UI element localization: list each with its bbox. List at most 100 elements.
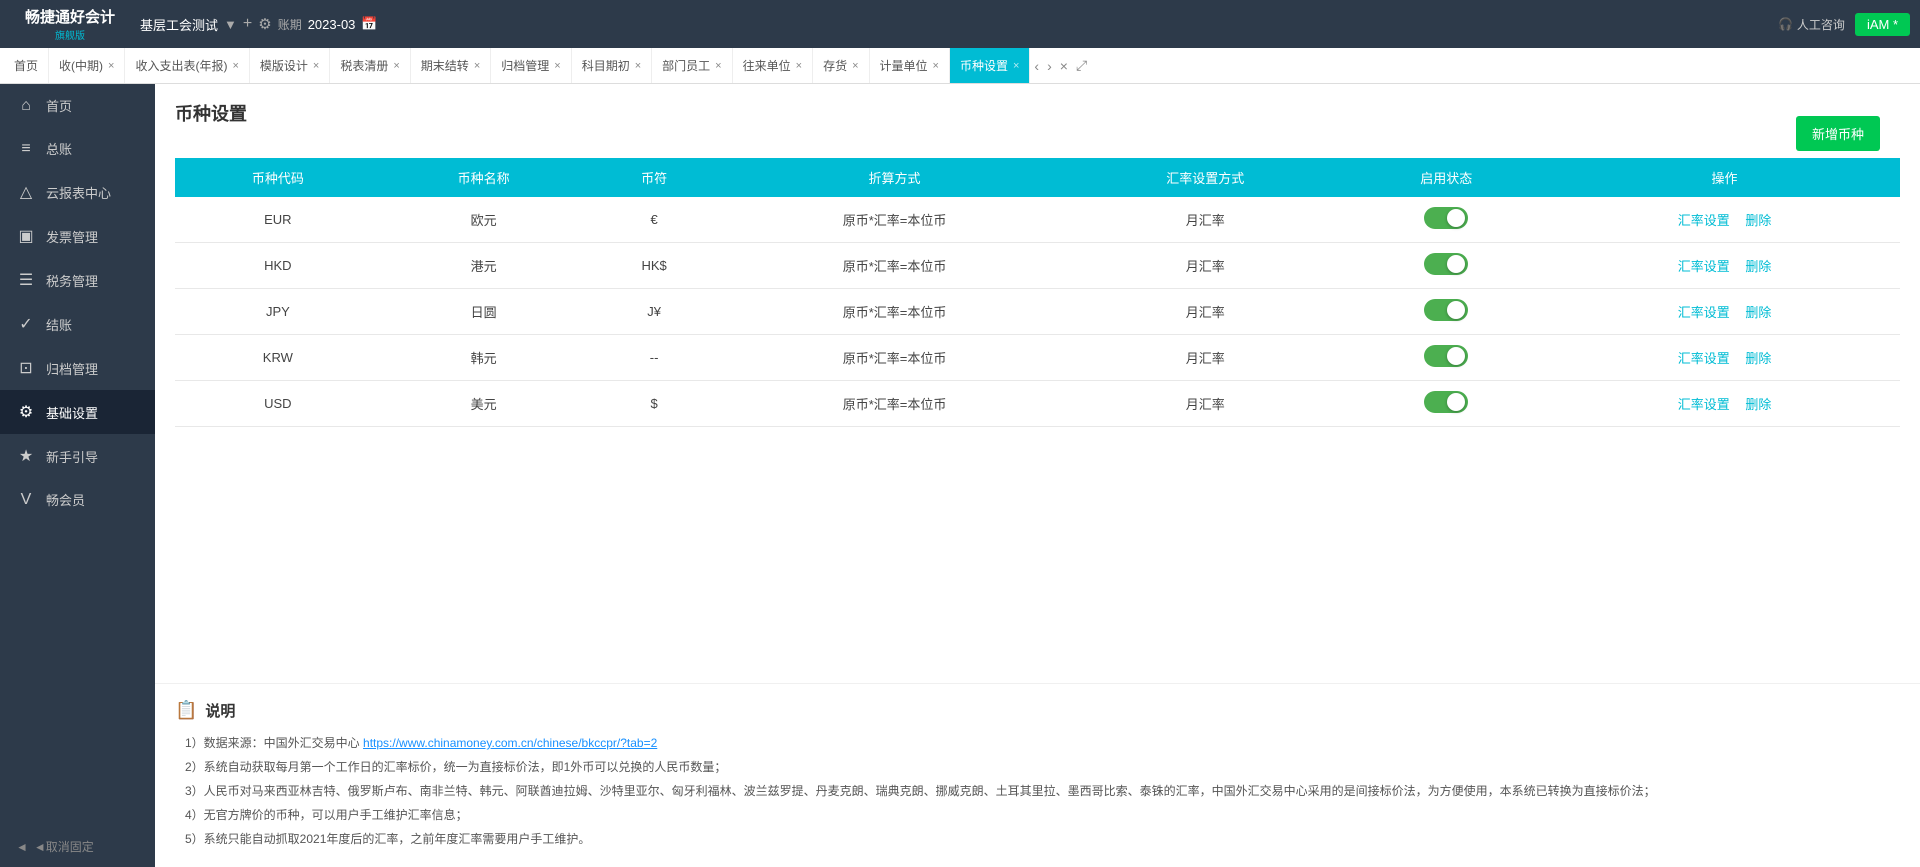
new-currency-button[interactable]: 新增币种	[1796, 116, 1880, 151]
note-title: 📋 说明	[175, 700, 1900, 721]
col-name: 币种名称	[381, 158, 587, 197]
cell-code: KRW	[175, 335, 381, 381]
tab-close-unit[interactable]: ×	[933, 60, 939, 72]
tab-close-department[interactable]: ×	[715, 60, 721, 72]
sidebar-item-tax[interactable]: ☰ 税务管理	[0, 258, 155, 302]
rate-setting-link[interactable]: 汇率设置	[1678, 213, 1730, 228]
rate-setting-link[interactable]: 汇率设置	[1678, 397, 1730, 412]
delete-link[interactable]: 删除	[1745, 397, 1771, 412]
cell-rate-type: 月汇率	[1067, 289, 1343, 335]
note-item: 1）数据来源：中国外汇交易中心 https://www.chinamoney.c…	[185, 731, 1900, 755]
sidebar-item-close[interactable]: ✓ 结账	[0, 302, 155, 346]
sidebar-item-guide[interactable]: ★ 新手引导	[0, 434, 155, 478]
delete-link[interactable]: 删除	[1745, 305, 1771, 320]
tab-close-expense[interactable]: ×	[108, 60, 114, 72]
tab-close-period-close[interactable]: ×	[474, 60, 480, 72]
tab-expense[interactable]: 收(中期) ×	[49, 48, 125, 84]
cell-action: 汇率设置 删除	[1549, 381, 1900, 427]
col-symbol: 币符	[586, 158, 721, 197]
tab-close-inventory[interactable]: ×	[852, 60, 858, 72]
tab-next-btn[interactable]: ›	[1043, 58, 1056, 74]
status-toggle[interactable]	[1424, 345, 1468, 367]
tab-close-currency[interactable]: ×	[1013, 60, 1019, 72]
help-button[interactable]: 🎧 人工咨询	[1778, 16, 1845, 33]
status-toggle[interactable]	[1424, 299, 1468, 321]
sidebar-item-report[interactable]: △ 云报表中心	[0, 170, 155, 214]
cell-status	[1343, 335, 1549, 381]
sidebar-label-invoice: 发票管理	[46, 227, 98, 246]
sidebar-item-vip[interactable]: V 畅会员	[0, 478, 155, 521]
note-list: 1）数据来源：中国外汇交易中心 https://www.chinamoney.c…	[175, 731, 1900, 851]
tab-tax[interactable]: 税表清册 ×	[330, 48, 410, 84]
sidebar-label-guide: 新手引导	[46, 447, 98, 466]
cell-calc: 原币*汇率=本位币	[722, 289, 1067, 335]
top-bar: 畅捷通好会计 旗舰版 基层工会测试 ▼ + ⚙ 账期 2023-03 📅 🎧 人…	[0, 0, 1920, 48]
app-subtitle: 旗舰版	[55, 27, 85, 42]
cell-symbol: €	[586, 197, 721, 243]
rate-setting-link[interactable]: 汇率设置	[1678, 351, 1730, 366]
tab-close-template[interactable]: ×	[313, 60, 319, 72]
workspace-dropdown-icon[interactable]: ▼	[224, 17, 237, 32]
tab-close-tax[interactable]: ×	[393, 60, 399, 72]
sidebar-pin-toggle[interactable]: ◄ ◄取消固定	[0, 826, 155, 867]
status-toggle[interactable]	[1424, 207, 1468, 229]
cell-action: 汇率设置 删除	[1549, 335, 1900, 381]
archive-icon: ⊡	[16, 358, 36, 378]
tab-close-income-annual[interactable]: ×	[232, 60, 238, 72]
sidebar-item-home[interactable]: ⌂ 首页	[0, 84, 155, 127]
rate-setting-link[interactable]: 汇率设置	[1678, 259, 1730, 274]
top-right: 🎧 人工咨询 iAM *	[1778, 13, 1910, 36]
tab-partner[interactable]: 往来单位 ×	[733, 48, 813, 84]
status-toggle[interactable]	[1424, 253, 1468, 275]
workspace-add-icon[interactable]: +	[243, 15, 252, 33]
account-button[interactable]: iAM *	[1855, 13, 1910, 36]
tab-archive[interactable]: 归档管理 ×	[491, 48, 571, 84]
delete-link[interactable]: 删除	[1745, 351, 1771, 366]
cell-status	[1343, 289, 1549, 335]
tab-expand-btn[interactable]: ⤢	[1072, 57, 1091, 74]
cell-calc: 原币*汇率=本位币	[722, 197, 1067, 243]
delete-link[interactable]: 删除	[1745, 213, 1771, 228]
sidebar-item-ledger[interactable]: ≡ 总账	[0, 127, 155, 170]
cell-name: 美元	[381, 381, 587, 427]
pin-label: ◄取消固定	[34, 838, 94, 855]
tab-close-subject-init[interactable]: ×	[635, 60, 641, 72]
note-item: 3）人民币对马来西亚林吉特、俄罗斯卢布、南非兰特、韩元、阿联酋迪拉姆、沙特里亚尔…	[185, 779, 1900, 803]
tab-close-archive[interactable]: ×	[554, 60, 560, 72]
sidebar-item-basic[interactable]: ⚙ 基础设置	[0, 390, 155, 434]
delete-link[interactable]: 删除	[1745, 259, 1771, 274]
tab-inventory[interactable]: 存货 ×	[813, 48, 869, 84]
table-row: HKD 港元 HK$ 原币*汇率=本位币 月汇率 汇率设置 删除	[175, 243, 1900, 289]
pin-icon: ◄	[16, 840, 28, 854]
tab-department[interactable]: 部门员工 ×	[652, 48, 732, 84]
calendar-icon[interactable]: 📅	[361, 16, 377, 32]
sidebar-item-invoice[interactable]: ▣ 发票管理	[0, 214, 155, 258]
tab-prev-btn[interactable]: ‹	[1030, 58, 1043, 74]
cell-symbol: $	[586, 381, 721, 427]
tab-home[interactable]: 首页	[4, 48, 49, 84]
tab-close-partner[interactable]: ×	[796, 60, 802, 72]
note-link[interactable]: https://www.chinamoney.com.cn/chinese/bk…	[363, 736, 657, 750]
status-toggle[interactable]	[1424, 391, 1468, 413]
tab-income-annual[interactable]: 收入支出表(年报) ×	[125, 48, 249, 84]
tab-template[interactable]: 模版设计 ×	[250, 48, 330, 84]
tab-close-all-btn[interactable]: ×	[1056, 58, 1072, 74]
tab-currency[interactable]: 币种设置 ×	[950, 48, 1030, 84]
cell-name: 韩元	[381, 335, 587, 381]
sidebar-label-tax: 税务管理	[46, 271, 98, 290]
workspace-settings-icon[interactable]: ⚙	[258, 15, 271, 33]
cell-code: JPY	[175, 289, 381, 335]
rate-setting-link[interactable]: 汇率设置	[1678, 305, 1730, 320]
tax-icon: ☰	[16, 270, 36, 290]
cell-action: 汇率设置 删除	[1549, 243, 1900, 289]
sidebar-item-archive[interactable]: ⊡ 归档管理	[0, 346, 155, 390]
tab-subject-init[interactable]: 科目期初 ×	[572, 48, 652, 84]
app-title: 畅捷通好会计	[25, 6, 115, 27]
page-header: 币种设置 新增币种	[175, 100, 1900, 142]
cell-symbol: --	[586, 335, 721, 381]
tab-period-close[interactable]: 期末结转 ×	[411, 48, 491, 84]
cell-calc: 原币*汇率=本位币	[722, 381, 1067, 427]
tab-unit[interactable]: 计量单位 ×	[870, 48, 950, 84]
main-layout: ⌂ 首页 ≡ 总账 △ 云报表中心 ▣ 发票管理 ☰ 税务管理 ✓ 结账 ⊡ 归…	[0, 84, 1920, 867]
cell-calc: 原币*汇率=本位币	[722, 335, 1067, 381]
